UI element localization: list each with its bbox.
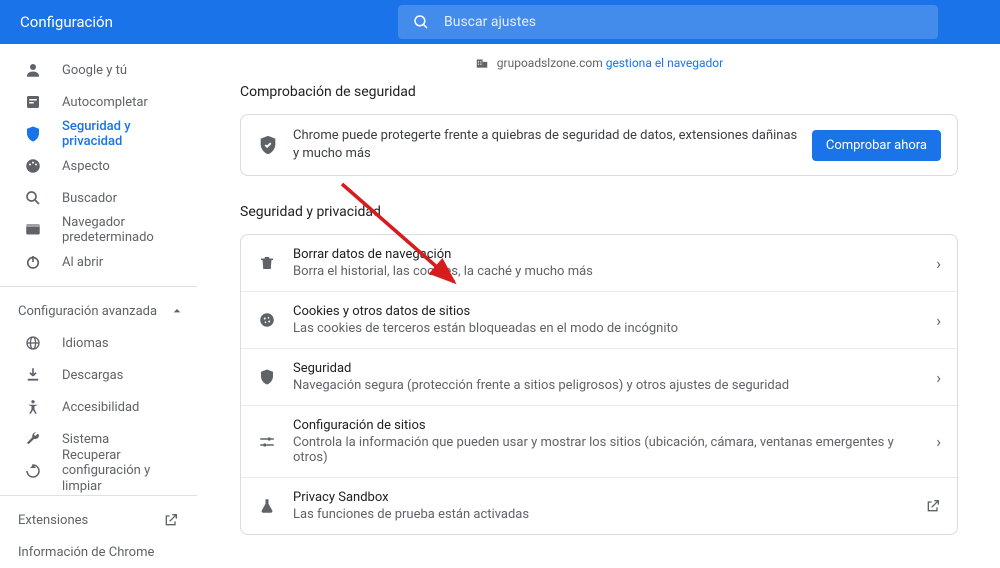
globe-icon [24,334,42,352]
search-icon [24,189,42,207]
search-input[interactable] [444,14,924,30]
sidebar-item-google-you[interactable]: Google y tú [0,54,197,86]
shield-icon [24,125,42,143]
divider [0,495,197,496]
browser-icon [24,221,42,239]
row-subtitle: Navegación segura (protección frente a s… [293,378,920,393]
safety-check-card: Chrome puede protegerte frente a quiebra… [240,114,958,176]
sidebar-item-label: Google y tú [62,63,127,78]
page-title: Configuración [20,13,113,31]
row-subtitle: Controla la información que pueden usar … [293,435,920,465]
managed-link[interactable]: gestiona el navegador [606,56,723,70]
sidebar-item-label: Accesibilidad [62,400,139,415]
shield-icon [257,367,277,387]
chevron-right-icon: › [936,368,941,387]
row-privacy-sandbox[interactable]: Privacy Sandbox Las funciones de prueba … [241,477,957,534]
row-body: Privacy Sandbox Las funciones de prueba … [293,490,909,522]
search-icon [412,13,430,31]
trash-icon [257,253,277,273]
restore-icon [24,462,42,480]
check-now-button[interactable]: Comprobar ahora [812,130,941,161]
wrench-icon [24,430,42,448]
privacy-card: Borrar datos de navegación Borra el hist… [240,234,958,535]
chevron-right-icon: › [936,432,941,451]
chevron-right-icon: › [936,254,941,273]
external-link-icon [925,498,941,514]
power-icon [24,253,42,271]
sidebar-advanced-label: Configuración avanzada [18,304,157,319]
layout: Google y tú Autocompletar Seguridad y pr… [0,44,1000,566]
row-body: Cookies y otros datos de sitios Las cook… [293,304,920,336]
sidebar-item-label: Autocompletar [62,95,148,110]
row-subtitle: Borra el historial, las cookies, la cach… [293,264,920,279]
cookie-icon [257,310,277,330]
sidebar-item-appearance[interactable]: Aspecto [0,150,197,182]
external-link-icon [163,512,179,528]
search-box[interactable] [398,5,938,39]
sidebar-item-on-startup[interactable]: Al abrir [0,246,197,278]
sidebar-extensions-label: Extensiones [18,513,88,528]
sidebar-item-autofill[interactable]: Autocompletar [0,86,197,118]
sidebar-item-label: Recuperar configuración y limpiar [62,448,187,495]
palette-icon [24,157,42,175]
sidebar-item-label: Descargas [62,368,123,383]
row-body: Borrar datos de navegación Borra el hist… [293,247,920,279]
safety-check-title: Comprobación de seguridad [240,84,958,100]
accessibility-icon [24,398,42,416]
sidebar-item-downloads[interactable]: Descargas [0,359,197,391]
person-icon [24,61,42,79]
sidebar-item-label: Buscador [62,191,117,206]
privacy-section-title: Seguridad y privacidad [240,204,958,220]
building-icon [475,56,489,70]
sidebar-item-label: Idiomas [62,336,109,351]
autofill-icon [24,93,42,111]
sidebar-advanced-toggle[interactable]: Configuración avanzada [0,295,197,327]
safety-check-text: Chrome puede protegerte frente a quiebra… [293,127,798,163]
sidebar-item-default-browser[interactable]: Navegador predeterminado [0,214,197,246]
sidebar-item-accessibility[interactable]: Accesibilidad [0,391,197,423]
sidebar-item-extensions[interactable]: Extensiones [0,504,197,536]
row-clear-browsing-data[interactable]: Borrar datos de navegación Borra el hist… [241,235,957,291]
row-title: Seguridad [293,361,920,376]
sidebar-item-label: Al abrir [62,255,103,270]
row-subtitle: Las funciones de prueba están activadas [293,507,909,522]
divider [0,286,197,287]
sidebar-item-search-engine[interactable]: Buscador [0,182,197,214]
sidebar-item-label: Navegador predeterminado [62,215,187,245]
sidebar-item-languages[interactable]: Idiomas [0,327,197,359]
main-content: grupoadslzone.com gestiona el navegador … [198,44,1000,566]
sidebar-item-label: Seguridad y privacidad [62,119,187,149]
header: Configuración [0,0,1000,44]
sidebar-item-about[interactable]: Información de Chrome [0,536,197,568]
managed-text: grupoadslzone.com gestiona el navegador [497,56,723,70]
row-site-settings[interactable]: Configuración de sitios Controla la info… [241,405,957,477]
sidebar-item-label: Aspecto [62,159,110,174]
sidebar-item-security-privacy[interactable]: Seguridad y privacidad [0,118,197,150]
chevron-right-icon: › [936,311,941,330]
row-title: Cookies y otros datos de sitios [293,304,920,319]
row-title: Privacy Sandbox [293,490,909,505]
row-body: Configuración de sitios Controla la info… [293,418,920,465]
managed-banner: grupoadslzone.com gestiona el navegador [240,56,958,70]
row-title: Borrar datos de navegación [293,247,920,262]
row-subtitle: Las cookies de terceros están bloqueadas… [293,321,920,336]
flask-icon [257,496,277,516]
tune-icon [257,432,277,452]
row-title: Configuración de sitios [293,418,920,433]
chevron-up-icon [169,303,185,319]
sidebar: Google y tú Autocompletar Seguridad y pr… [0,44,198,566]
row-security[interactable]: Seguridad Navegación segura (protección … [241,348,957,405]
row-cookies[interactable]: Cookies y otros datos de sitios Las cook… [241,291,957,348]
sidebar-item-label: Sistema [62,432,109,447]
sidebar-about-label: Información de Chrome [18,545,154,560]
shield-check-icon [257,134,279,156]
row-body: Seguridad Navegación segura (protección … [293,361,920,393]
download-icon [24,366,42,384]
sidebar-item-reset[interactable]: Recuperar configuración y limpiar [0,455,197,487]
